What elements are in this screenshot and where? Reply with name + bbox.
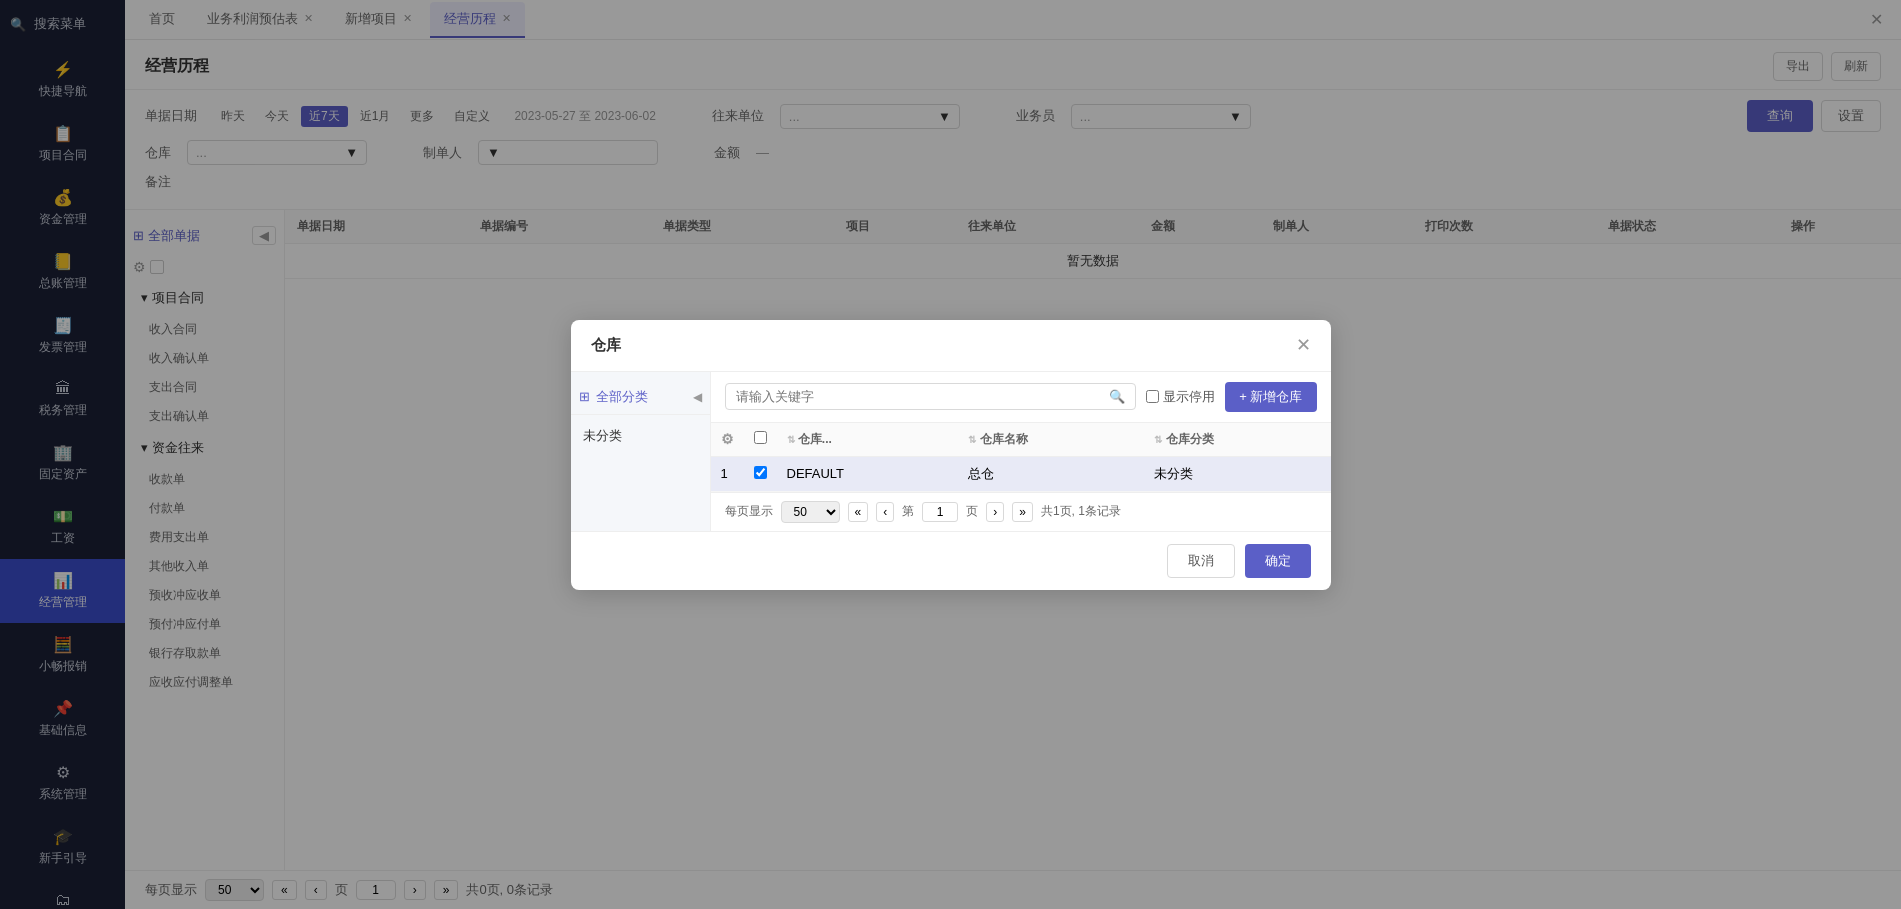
sort-icon-name: ⇅: [968, 434, 976, 445]
all-category-btn[interactable]: 全部分类: [596, 388, 648, 406]
add-warehouse-btn[interactable]: + 新增仓库: [1225, 382, 1316, 412]
modal-prev-page[interactable]: ‹: [876, 502, 894, 522]
modal-body: ⊞ 全部分类 ◀ 未分类 🔍 显示停用: [571, 372, 1331, 531]
modal-table-area: ⚙ ⇅ 仓库... ⇅: [711, 423, 1331, 492]
col-name-label: 仓库名称: [980, 432, 1028, 446]
grid-icon-modal: ⊞: [579, 389, 590, 404]
table-row[interactable]: 1 DEFAULT 总仓 未分类: [711, 456, 1331, 491]
modal-col-name: ⇅ 仓库名称: [958, 423, 1144, 457]
modal-collapse-btn[interactable]: ◀: [693, 390, 702, 404]
confirm-button[interactable]: 确定: [1245, 544, 1311, 578]
row-name: 总仓: [958, 456, 1144, 491]
modal-title: 仓库: [591, 336, 621, 355]
modal-page-input[interactable]: [922, 502, 958, 522]
modal-next-page[interactable]: ›: [986, 502, 1004, 522]
modal-close-btn[interactable]: ✕: [1296, 336, 1311, 354]
modal-header: 仓库 ✕: [571, 320, 1331, 372]
show-disabled-checkbox[interactable]: 显示停用: [1146, 388, 1215, 406]
modal-search-box[interactable]: 🔍: [725, 383, 1137, 410]
modal-first-page[interactable]: «: [848, 502, 869, 522]
show-disabled-label: 显示停用: [1163, 388, 1215, 406]
modal-overlay: 仓库 ✕ ⊞ 全部分类 ◀ 未分类: [0, 0, 1901, 909]
settings-gear-icon[interactable]: ⚙: [721, 431, 734, 447]
modal-pagination: 每页显示 50 100 « ‹ 第 页 › » 共1页, 1条记录: [711, 492, 1331, 531]
modal-last-page[interactable]: »: [1012, 502, 1033, 522]
modal-right-panel: 🔍 显示停用 + 新增仓库 ⚙: [711, 372, 1331, 531]
modal-col-check[interactable]: [744, 423, 777, 457]
row-settings[interactable]: 1: [711, 456, 744, 491]
row-check-input[interactable]: [754, 466, 767, 479]
modal-category-uncategorized[interactable]: 未分类: [571, 419, 710, 453]
sort-icon-code: ⇅: [787, 434, 795, 445]
modal-col-category: ⇅ 仓库分类: [1144, 423, 1330, 457]
modal-search-icon: 🔍: [1109, 389, 1125, 404]
modal-footer: 取消 确定: [571, 531, 1331, 590]
modal-per-page-label: 每页显示: [725, 503, 773, 520]
modal-per-page-select[interactable]: 50 100: [781, 501, 840, 523]
cancel-button[interactable]: 取消: [1167, 544, 1235, 578]
modal-left-panel: ⊞ 全部分类 ◀ 未分类: [571, 372, 711, 531]
warehouse-modal: 仓库 ✕ ⊞ 全部分类 ◀ 未分类: [571, 320, 1331, 590]
modal-toolbar: 🔍 显示停用 + 新增仓库: [711, 372, 1331, 423]
modal-select-all[interactable]: [754, 431, 767, 444]
modal-col-code: ⇅ 仓库...: [777, 423, 959, 457]
row-code: DEFAULT: [777, 456, 959, 491]
row-checkbox[interactable]: [744, 456, 777, 491]
modal-search-input[interactable]: [736, 389, 1104, 404]
modal-page-label: 第: [902, 503, 914, 520]
modal-table: ⚙ ⇅ 仓库... ⇅: [711, 423, 1331, 492]
row-category: 未分类: [1144, 456, 1330, 491]
modal-total-label: 共1页, 1条记录: [1041, 503, 1121, 520]
uncategorized-label: 未分类: [583, 427, 622, 445]
col-category-label: 仓库分类: [1166, 432, 1214, 446]
sort-icon-category: ⇅: [1154, 434, 1162, 445]
disabled-checkbox-input[interactable]: [1146, 390, 1159, 403]
col-code-label: 仓库...: [798, 432, 832, 446]
modal-page-suffix: 页: [966, 503, 978, 520]
modal-col-settings[interactable]: ⚙: [711, 423, 744, 457]
